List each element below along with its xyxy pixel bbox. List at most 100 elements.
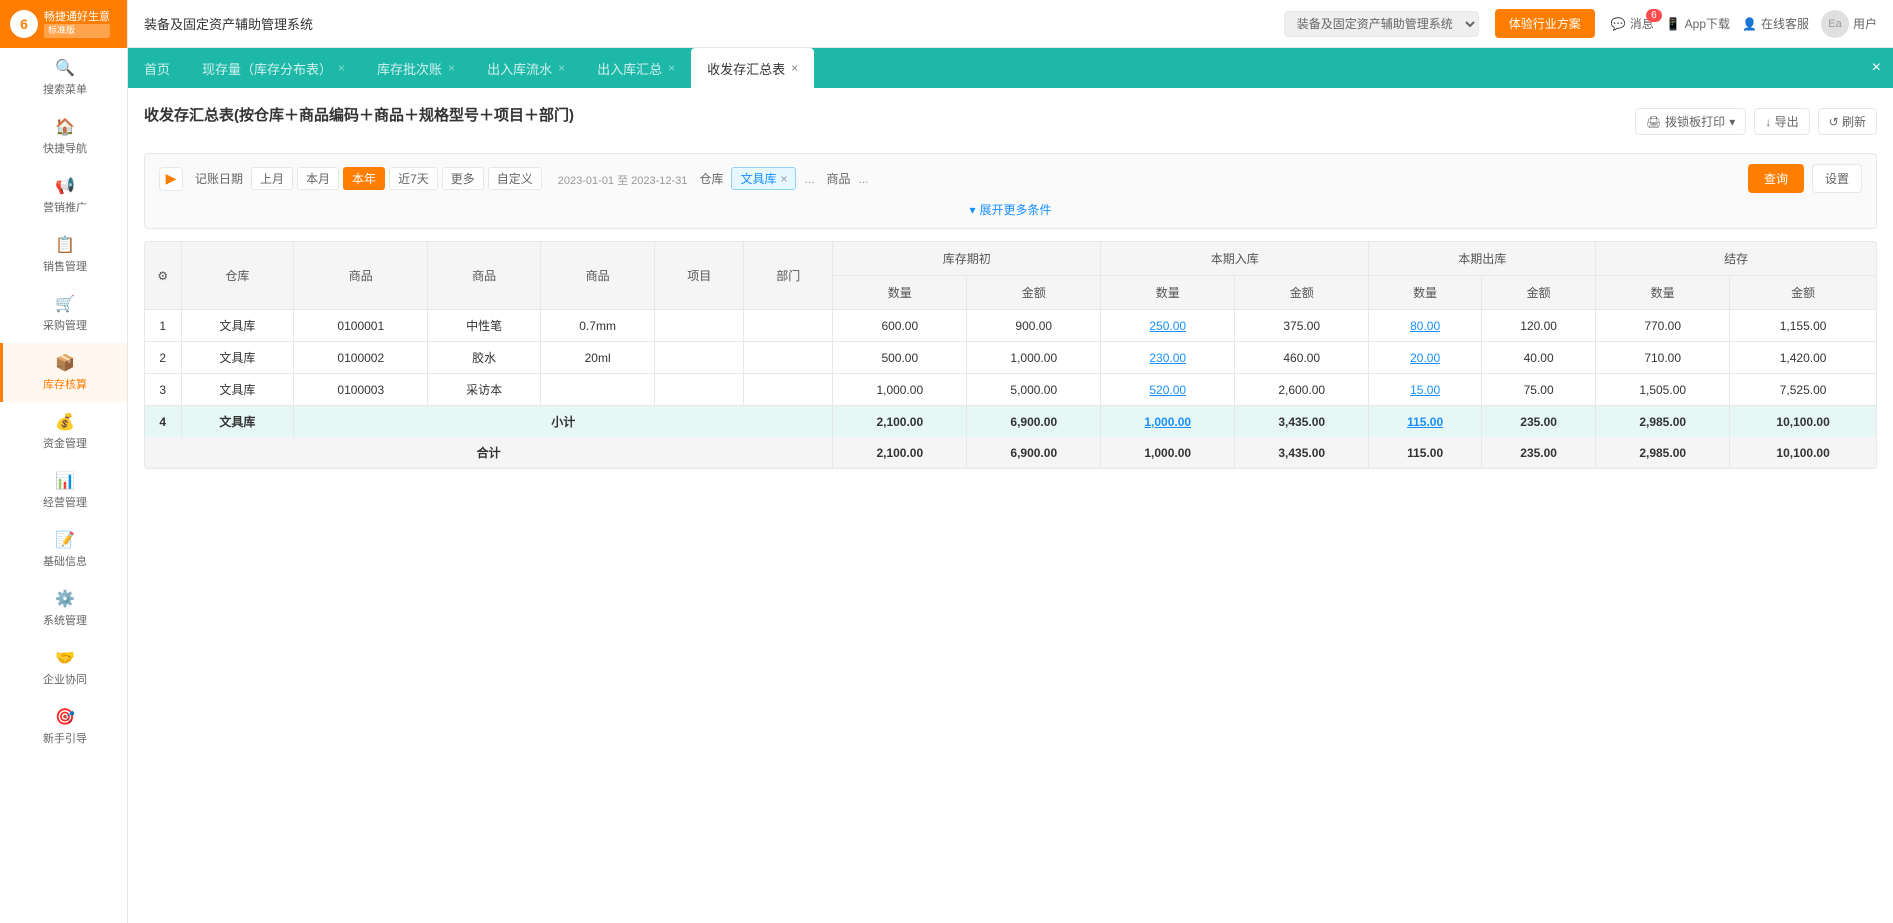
tab-close[interactable]: ×	[558, 61, 565, 75]
subtotal-in-qty[interactable]: 1,000.00	[1101, 406, 1235, 438]
col-name-header: 商品	[428, 242, 541, 310]
tab-close[interactable]: ×	[668, 61, 675, 75]
row-out-amt: 75.00	[1482, 374, 1596, 406]
date-more-btn[interactable]: 更多	[442, 167, 484, 190]
date-this-month-btn[interactable]: 本月	[297, 167, 339, 190]
query-btn[interactable]: 查询	[1748, 164, 1804, 193]
col-open-qty-header: 数量	[833, 276, 967, 310]
tab-receive-send-summary[interactable]: 收发存汇总表×	[691, 48, 814, 88]
subtotal-no: 4	[145, 406, 181, 438]
operation-icon: 📊	[55, 471, 75, 491]
row-spec: 20ml	[541, 342, 655, 374]
row-no: 1	[145, 310, 181, 342]
goods-more[interactable]: ...	[859, 172, 869, 186]
settings-btn[interactable]: 设置	[1812, 164, 1862, 193]
row-in-qty[interactable]: 250.00	[1101, 310, 1235, 342]
warehouse-label: 仓库	[699, 170, 723, 187]
tab-batch-accounts[interactable]: 库存批次账×	[361, 48, 471, 88]
sidebar-item-quick-nav[interactable]: 🏠快捷导航	[0, 107, 127, 166]
warehouse-tag[interactable]: 文具库 ×	[731, 167, 796, 190]
refresh-btn[interactable]: ↺ 刷新	[1818, 108, 1877, 135]
sidebar-item-operation[interactable]: 📊 经营管理	[0, 461, 127, 520]
experience-btn[interactable]: 体验行业方案	[1495, 9, 1595, 38]
top-header: 装备及固定资产辅助管理系统 装备及固定资产辅助管理系统 体验行业方案 💬 消息 …	[128, 0, 1893, 48]
sidebar-item-label: 基础信息	[43, 553, 87, 569]
subtotal-bal-amt: 10,100.00	[1730, 406, 1876, 438]
filter-toggle-btn[interactable]: ▶	[159, 167, 183, 191]
app-download-btn[interactable]: 📱 App下载	[1666, 15, 1730, 32]
sidebar-item-finance[interactable]: 💰资金管理	[0, 402, 127, 461]
message-btn[interactable]: 💬 消息 6	[1611, 15, 1654, 32]
row-out-qty[interactable]: 80.00	[1369, 310, 1482, 342]
col-out-amt-header: 金额	[1482, 276, 1596, 310]
main-area: 装备及固定资产辅助管理系统 装备及固定资产辅助管理系统 体验行业方案 💬 消息 …	[128, 0, 1893, 923]
date-7days-btn[interactable]: 近7天	[389, 167, 438, 190]
row-open-amt: 1,000.00	[967, 342, 1101, 374]
sidebar-item-label: 快捷导航	[43, 140, 87, 156]
sidebar-item-marketing[interactable]: 📢营销推广	[0, 166, 127, 225]
sidebar-logo: 6 畅捷通好生意 标准版	[0, 0, 127, 48]
col-code-header: 商品	[294, 242, 428, 310]
col-dept-header: 部门	[744, 242, 833, 310]
row-name: 采访本	[428, 374, 541, 406]
row-in-amt: 375.00	[1235, 310, 1369, 342]
col-out-header: 本期出库	[1369, 242, 1596, 276]
sidebar-item-enterprise[interactable]: 🤝企业协同	[0, 638, 127, 697]
sidebar-item-purchase[interactable]: 🛒采购管理	[0, 284, 127, 343]
tab-close[interactable]: ×	[791, 61, 798, 75]
subtotal-label: 小计	[294, 406, 833, 438]
tab-in-out-summary[interactable]: 出入库汇总×	[581, 48, 691, 88]
row-in-qty[interactable]: 230.00	[1101, 342, 1235, 374]
table-row: 2 文具库 0100002 胶水 20ml 500.00 1,000.00 23…	[145, 342, 1876, 374]
sidebar-item-search[interactable]: 🔍搜索菜单	[0, 48, 127, 107]
row-no: 2	[145, 342, 181, 374]
table-settings-header[interactable]: ⚙	[145, 242, 181, 310]
filter-row: ▶ 记账日期 上月 本月 本年 近7天 更多 自定义 2023-01-01 至	[159, 164, 1862, 193]
sidebar-item-basic-info[interactable]: 📝基础信息	[0, 520, 127, 579]
col-out-qty-header: 数量	[1369, 276, 1482, 310]
row-out-qty[interactable]: 15.00	[1369, 374, 1482, 406]
table-row: 1 文具库 0100001 中性笔 0.7mm 600.00 900.00 25…	[145, 310, 1876, 342]
expand-conditions-btn[interactable]: ▾ 展开更多条件	[969, 201, 1051, 218]
row-dept	[744, 310, 833, 342]
date-label: 记账日期	[195, 170, 243, 187]
warehouse-more[interactable]: ...	[804, 172, 814, 186]
refresh-icon: ↺	[1829, 115, 1839, 129]
date-last-month-btn[interactable]: 上月	[251, 167, 293, 190]
row-in-qty[interactable]: 520.00	[1101, 374, 1235, 406]
date-custom-btn[interactable]: 自定义	[488, 167, 542, 190]
service-icon: 👤	[1742, 17, 1757, 31]
row-project	[655, 342, 744, 374]
user-btn[interactable]: Ea 用户	[1821, 10, 1877, 38]
warehouse-tag-remove[interactable]: ×	[780, 172, 787, 186]
tab-home[interactable]: 首页	[128, 48, 186, 88]
row-open-amt: 5,000.00	[967, 374, 1101, 406]
sidebar-item-system[interactable]: ⚙️系统管理	[0, 579, 127, 638]
tab-bar-close[interactable]: ×	[1860, 59, 1893, 77]
tab-in-out-flow[interactable]: 出入库流水×	[471, 48, 581, 88]
tab-close[interactable]: ×	[338, 61, 345, 75]
sidebar: 6 畅捷通好生意 标准版 🔍搜索菜单🏠快捷导航📢营销推广📋销售管理🛒采购管理📦库…	[0, 0, 128, 923]
date-filter-section: 记账日期 上月 本月 本年 近7天 更多 自定义 2023-01-01 至 20…	[195, 167, 687, 190]
online-service-btn[interactable]: 👤 在线客服	[1742, 15, 1809, 32]
sidebar-item-inventory[interactable]: 📦库存核算	[0, 343, 127, 402]
sidebar-item-sales[interactable]: 📋销售管理	[0, 225, 127, 284]
sidebar-item-guide[interactable]: 🎯新手引导	[0, 697, 127, 756]
tab-inventory-dist[interactable]: 现存量（库存分布表）×	[186, 48, 361, 88]
date-options: 上月 本月 本年 近7天 更多 自定义	[251, 167, 542, 190]
date-this-year-btn[interactable]: 本年	[343, 167, 385, 190]
sidebar-item-label: 销售管理	[43, 258, 87, 274]
subtotal-warehouse: 文具库	[181, 406, 294, 438]
tab-close[interactable]: ×	[448, 61, 455, 75]
export-btn[interactable]: ↓ 导出	[1754, 108, 1809, 135]
row-dept	[744, 374, 833, 406]
system-selector[interactable]: 装备及固定资产辅助管理系统	[1284, 11, 1479, 37]
subtotal-out-qty[interactable]: 115.00	[1369, 406, 1482, 438]
sidebar-item-label: 经营管理	[43, 494, 87, 510]
row-out-qty[interactable]: 20.00	[1369, 342, 1482, 374]
total-bal-amt: 10,100.00	[1730, 437, 1876, 468]
row-no: 3	[145, 374, 181, 406]
row-bal-amt: 1,155.00	[1730, 310, 1876, 342]
print-btn[interactable]: 🖨 拨锁板打印 ▾	[1635, 108, 1746, 135]
header-actions: 装备及固定资产辅助管理系统 体验行业方案 💬 消息 6 📱 App下载 👤	[1284, 9, 1877, 38]
